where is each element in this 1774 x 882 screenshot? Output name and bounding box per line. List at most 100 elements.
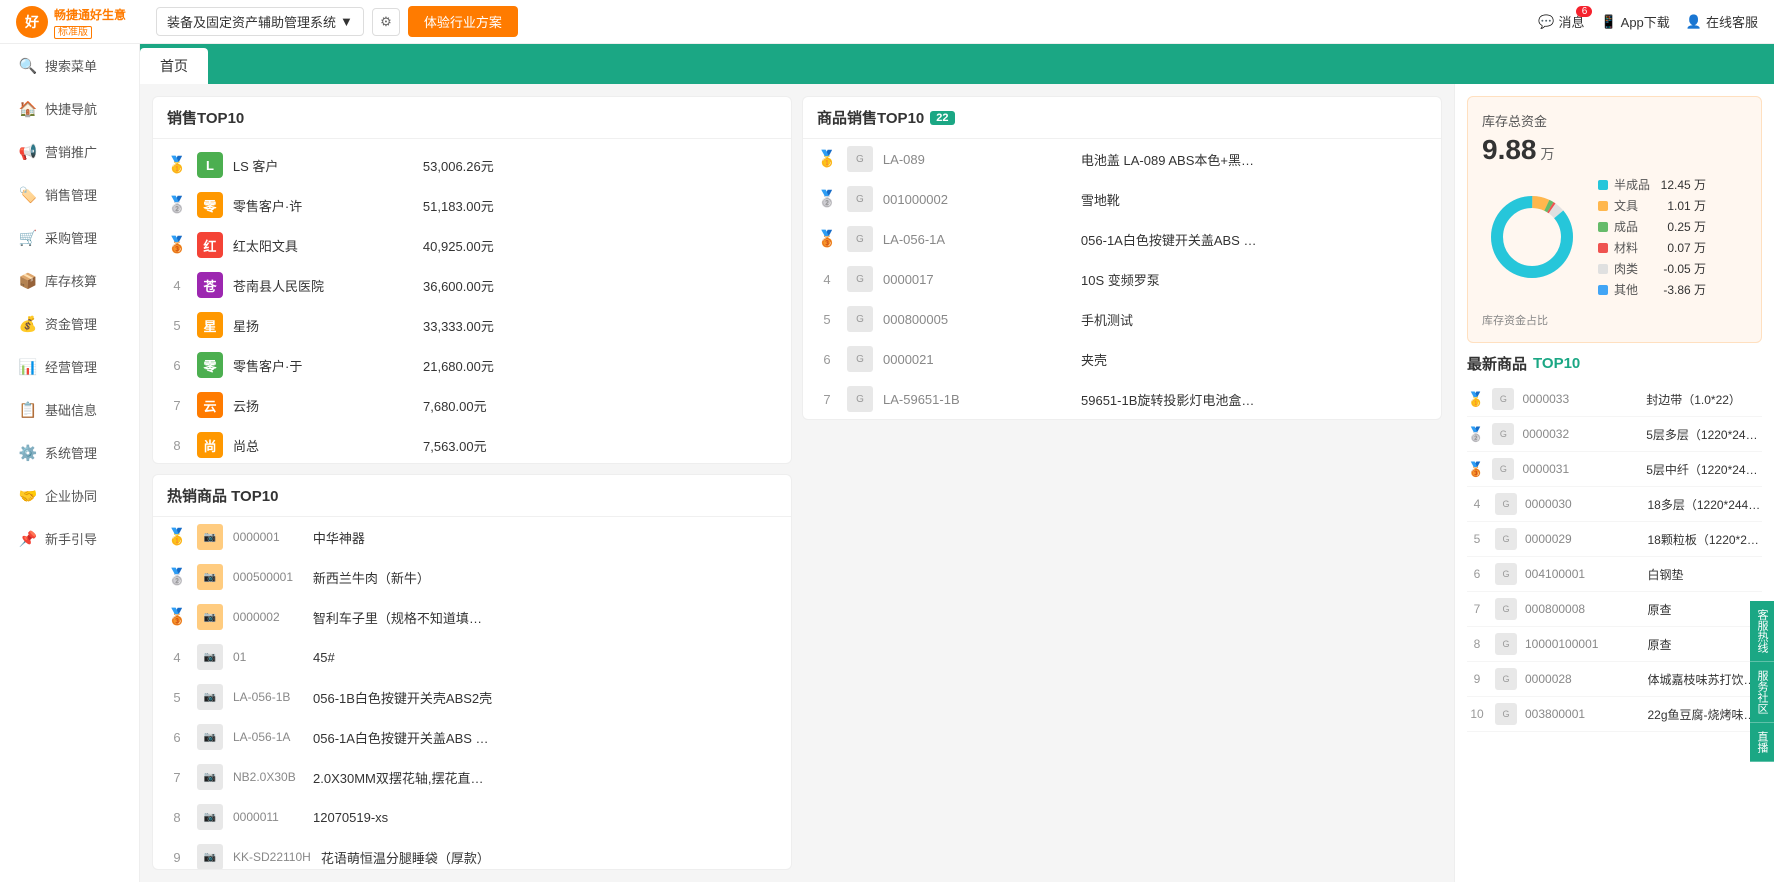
sidebar-item-search[interactable]: 🔍 搜索菜单	[0, 44, 139, 87]
message-button[interactable]: 💬 消息 6	[1538, 12, 1584, 31]
customer-avatar: 零	[197, 192, 223, 218]
float-button[interactable]: 服务社区	[1750, 662, 1774, 723]
right-panel: 库存总资金 9.88 万	[1454, 84, 1774, 882]
product-image: G	[847, 386, 873, 412]
sidebar-item-sales[interactable]: 🏷️ 销售管理	[0, 173, 139, 216]
float-button[interactable]: 客服热线	[1750, 601, 1774, 662]
layout: 🔍 搜索菜单 🏠 快捷导航 📢 营销推广 🏷️ 销售管理 🛒 采购管理 📦 库存…	[0, 44, 1774, 882]
customer-rank-item[interactable]: 🥈 零 零售客户·许 51,183.00元	[153, 185, 791, 225]
customer-rank-item[interactable]: 8 尚 尚总 7,563.00元	[153, 425, 791, 464]
newest-product-item[interactable]: 5 G 0000029 18颗粒板（1220*2440）	[1467, 522, 1762, 557]
sidebar-item-guide[interactable]: 📌 新手引导	[0, 517, 139, 560]
hot-product-item[interactable]: 🥇 📷 0000001 中华神器	[153, 517, 791, 557]
newest-product-item[interactable]: 🥉 G 0000031 5层中纤（1220*2440）	[1467, 452, 1762, 487]
sidebar-item-marketing[interactable]: 📢 营销推广	[0, 130, 139, 173]
product-sales-item[interactable]: 5 G 000800005 手机测试	[803, 299, 1441, 339]
hot-product-item[interactable]: 7 📷 NB2.0X30B 2.0X30MM双摆花轴,摆花直径2.1MM/ROH…	[153, 757, 791, 797]
product-name: 59651-1B旋转投影灯电池盒ABS黑色+58壳	[1081, 390, 1261, 409]
product-code: 0000030	[1525, 497, 1640, 511]
newest-product-item[interactable]: 9 G 0000028 体城嘉枝味苏打饮品400毫升（1*15）	[1467, 662, 1762, 697]
product-sales-item[interactable]: 🥈 G 001000002 雪地靴	[803, 179, 1441, 219]
hot-product-item[interactable]: 5 📷 LA-056-1B 056-1B白色按键开关壳ABS2壳	[153, 677, 791, 717]
online-service-button[interactable]: 👤 在线客服	[1686, 12, 1758, 31]
rank-medal: 🥇	[817, 149, 837, 169]
product-sales-item[interactable]: 4 G 0000017 10S 变频罗泵	[803, 259, 1441, 299]
newest-product-item[interactable]: 8 G 10000100001 原查	[1467, 627, 1762, 662]
product-sales-item[interactable]: 6 G 0000021 夹壳	[803, 339, 1441, 379]
hot-products-title: 热销商品 TOP10	[153, 475, 791, 517]
float-button[interactable]: 直播	[1750, 723, 1774, 762]
hot-product-item[interactable]: 4 📷 01 45#	[153, 637, 791, 677]
product-sales-item[interactable]: 🥉 G LA-056-1A 056-1A白色按键开关盖ABS 3克	[803, 219, 1441, 259]
logo-icon: 好	[16, 6, 48, 38]
customer-avatar: 零	[197, 352, 223, 378]
customer-name: 星扬	[233, 316, 413, 335]
legend-value: 12.45 万	[1656, 176, 1706, 193]
newest-product-item[interactable]: 7 G 000800008 原查	[1467, 592, 1762, 627]
hot-product-item[interactable]: 6 📷 LA-056-1A 056-1A白色按键开关盖ABS 3壳	[153, 717, 791, 757]
hot-product-item[interactable]: 🥈 📷 000500001 新西兰牛肉（新牛）	[153, 557, 791, 597]
system-selector[interactable]: 装备及固定资产辅助管理系统 ▼	[156, 7, 364, 36]
product-sales-list: 🥇 G LA-089 电池盖 LA-089 ABS本色+黑种 7.1克 🥈 G …	[803, 139, 1441, 419]
customer-rank-item[interactable]: 4 苍 苍南县人民医院 36,600.00元	[153, 265, 791, 305]
hot-product-item[interactable]: 🥉 📷 0000002 智利车子里（规格不知道填什么）	[153, 597, 791, 637]
newest-product-item[interactable]: 🥇 G 0000033 封边带（1.0*22）	[1467, 382, 1762, 417]
product-name: 056-1A白色按键开关盖ABS 3壳	[313, 728, 493, 747]
rank-number: 8	[167, 438, 187, 453]
sidebar-item-system[interactable]: ⚙️ 系统管理	[0, 431, 139, 474]
product-sales-card: 商品销售TOP10 22 🥇 G LA-089 电池盖 LA-089 ABS本色…	[802, 96, 1442, 420]
product-sales-item[interactable]: 🥇 G LA-089 电池盖 LA-089 ABS本色+黑种 7.1克	[803, 139, 1441, 179]
sidebar-item-enterprise[interactable]: 🤝 企业协同	[0, 474, 139, 517]
sidebar-item-inventory[interactable]: 📦 库存核算	[0, 259, 139, 302]
customer-rank-item[interactable]: 7 云 云扬 7,680.00元	[153, 385, 791, 425]
product-code: 003800001	[1525, 707, 1640, 721]
product-thumbnail: G	[1495, 528, 1517, 550]
hot-product-item[interactable]: 9 📷 KK-SD22110H 花语萌恒温分腿睡袋（厚款）	[153, 837, 791, 870]
product-sales-item[interactable]: 7 G LA-59651-1B 59651-1B旋转投影灯电池盒ABS黑色+58…	[803, 379, 1441, 419]
product-image: G	[847, 266, 873, 292]
customer-avatar: 苍	[197, 272, 223, 298]
product-code: 0000028	[1525, 672, 1640, 686]
product-thumbnail: 📷	[197, 844, 223, 870]
legend-item: 成品 0.25 万	[1598, 218, 1706, 235]
product-code: LA-056-1A	[233, 730, 303, 744]
float-buttons: 客服热线服务社区直播	[1750, 601, 1774, 762]
customer-avatar: 尚	[197, 432, 223, 458]
customer-rank-item[interactable]: 6 零 零售客户·于 21,680.00元	[153, 345, 791, 385]
product-code: 001000002	[883, 192, 1063, 207]
rank-medal: 🥉	[167, 607, 187, 627]
newest-product-item[interactable]: 6 G 004100001 白钢垫	[1467, 557, 1762, 592]
hot-product-item[interactable]: 8 📷 0000011 12070519-xs	[153, 797, 791, 837]
rank-medal: 🥇	[1467, 391, 1484, 408]
legend-label: 文具	[1614, 197, 1638, 214]
sidebar-item-operations[interactable]: 📊 经营管理	[0, 345, 139, 388]
app-download-button[interactable]: 📱 App下载	[1600, 12, 1669, 31]
product-thumbnail: 📷	[197, 804, 223, 830]
rank-number: 8	[167, 810, 187, 825]
customer-name: 云扬	[233, 396, 413, 415]
product-name: 056-1B白色按键开关壳ABS2壳	[313, 688, 493, 707]
product-code: 0000001	[233, 530, 303, 544]
sidebar-item-basic[interactable]: 📋 基础信息	[0, 388, 139, 431]
product-code: 0000032	[1522, 427, 1638, 441]
tab-home[interactable]: 首页	[140, 48, 208, 84]
product-code: LA-59651-1B	[883, 392, 1063, 407]
customer-name: LS 客户	[233, 156, 413, 175]
sidebar-item-shortcut[interactable]: 🏠 快捷导航	[0, 87, 139, 130]
newest-products-list: 🥇 G 0000033 封边带（1.0*22） 🥈 G 0000032 5层多层…	[1467, 382, 1762, 732]
newest-product-item[interactable]: 4 G 0000030 18多层（1220*2440）	[1467, 487, 1762, 522]
customer-rank-item[interactable]: 5 星 星扬 33,333.00元	[153, 305, 791, 345]
newest-product-item[interactable]: 10 G 003800001 22g鱼豆腐-烧烤味（1*12*20）	[1467, 697, 1762, 732]
newest-product-item[interactable]: 🥈 G 0000032 5层多层（1220*2440）	[1467, 417, 1762, 452]
customer-amount: 7,563.00元	[423, 436, 487, 455]
customer-rank-item[interactable]: 🥉 红 红太阳文具 40,925.00元	[153, 225, 791, 265]
product-code: 0000029	[1525, 532, 1640, 546]
sidebar-item-purchase[interactable]: 🛒 采购管理	[0, 216, 139, 259]
product-name: 手机测试	[1081, 310, 1261, 329]
customer-name: 零售客户·于	[233, 356, 413, 375]
sidebar-item-finance[interactable]: 💰 资金管理	[0, 302, 139, 345]
settings-button[interactable]: ⚙	[372, 8, 400, 36]
product-thumbnail: G	[1495, 668, 1517, 690]
customer-rank-item[interactable]: 🥇 L LS 客户 53,006.26元	[153, 145, 791, 185]
trial-button[interactable]: 体验行业方案	[408, 6, 518, 37]
